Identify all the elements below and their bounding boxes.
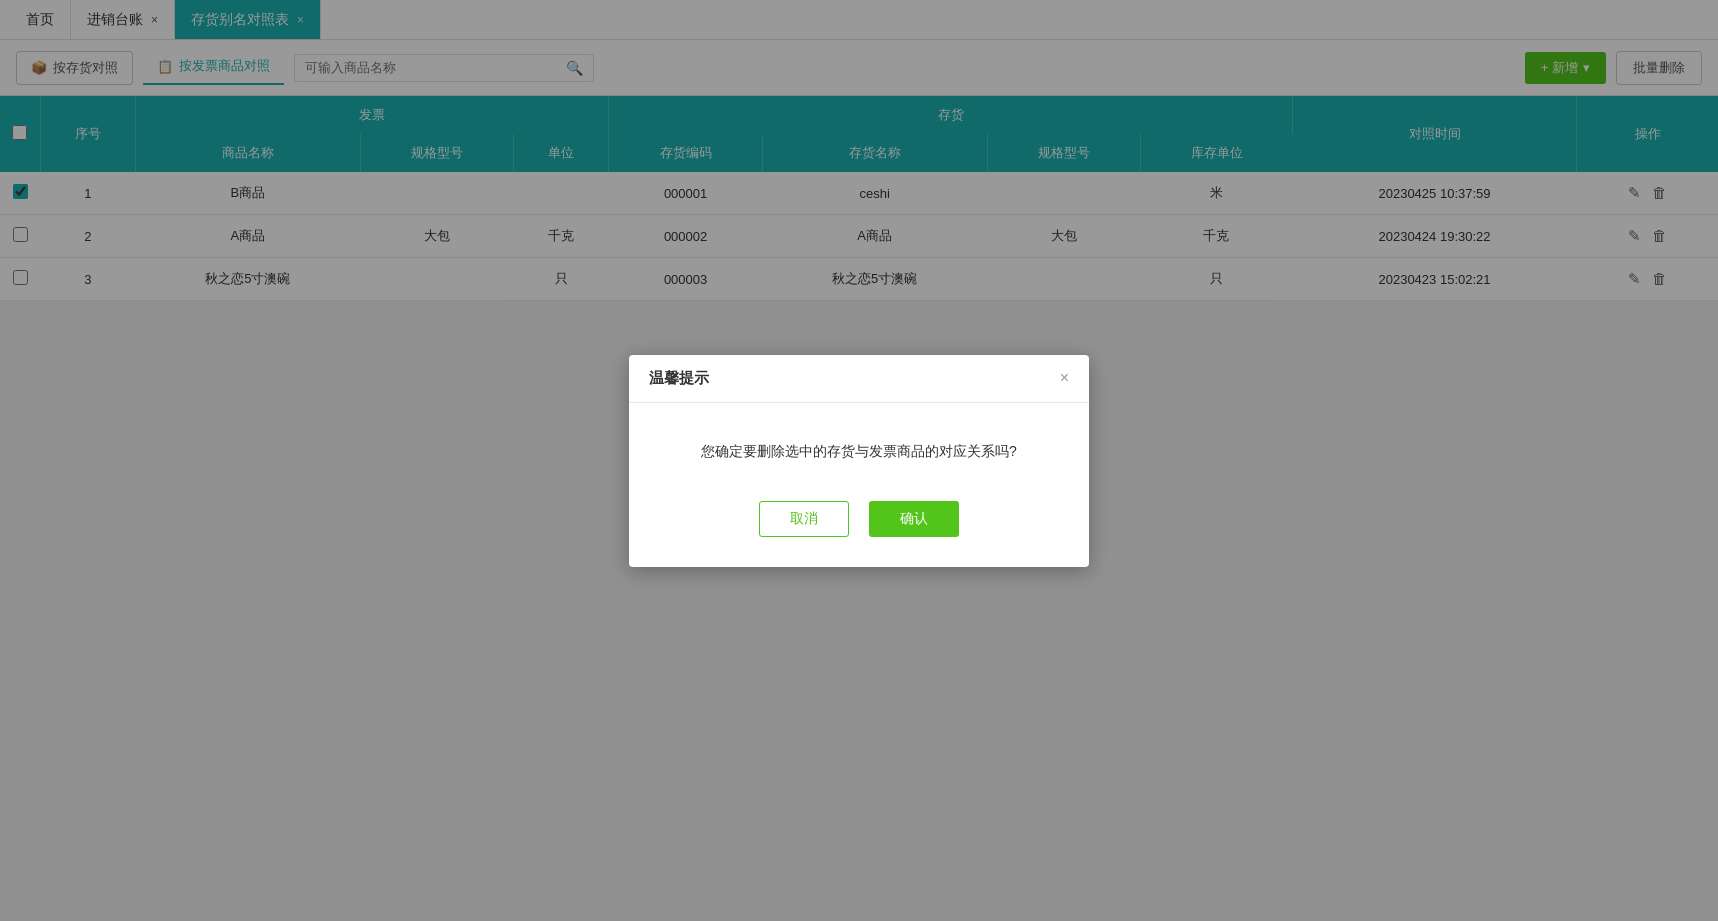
overlay: 温馨提示 × 您确定要删除选中的存货与发票商品的对应关系吗? 取消 确认: [0, 0, 1718, 301]
